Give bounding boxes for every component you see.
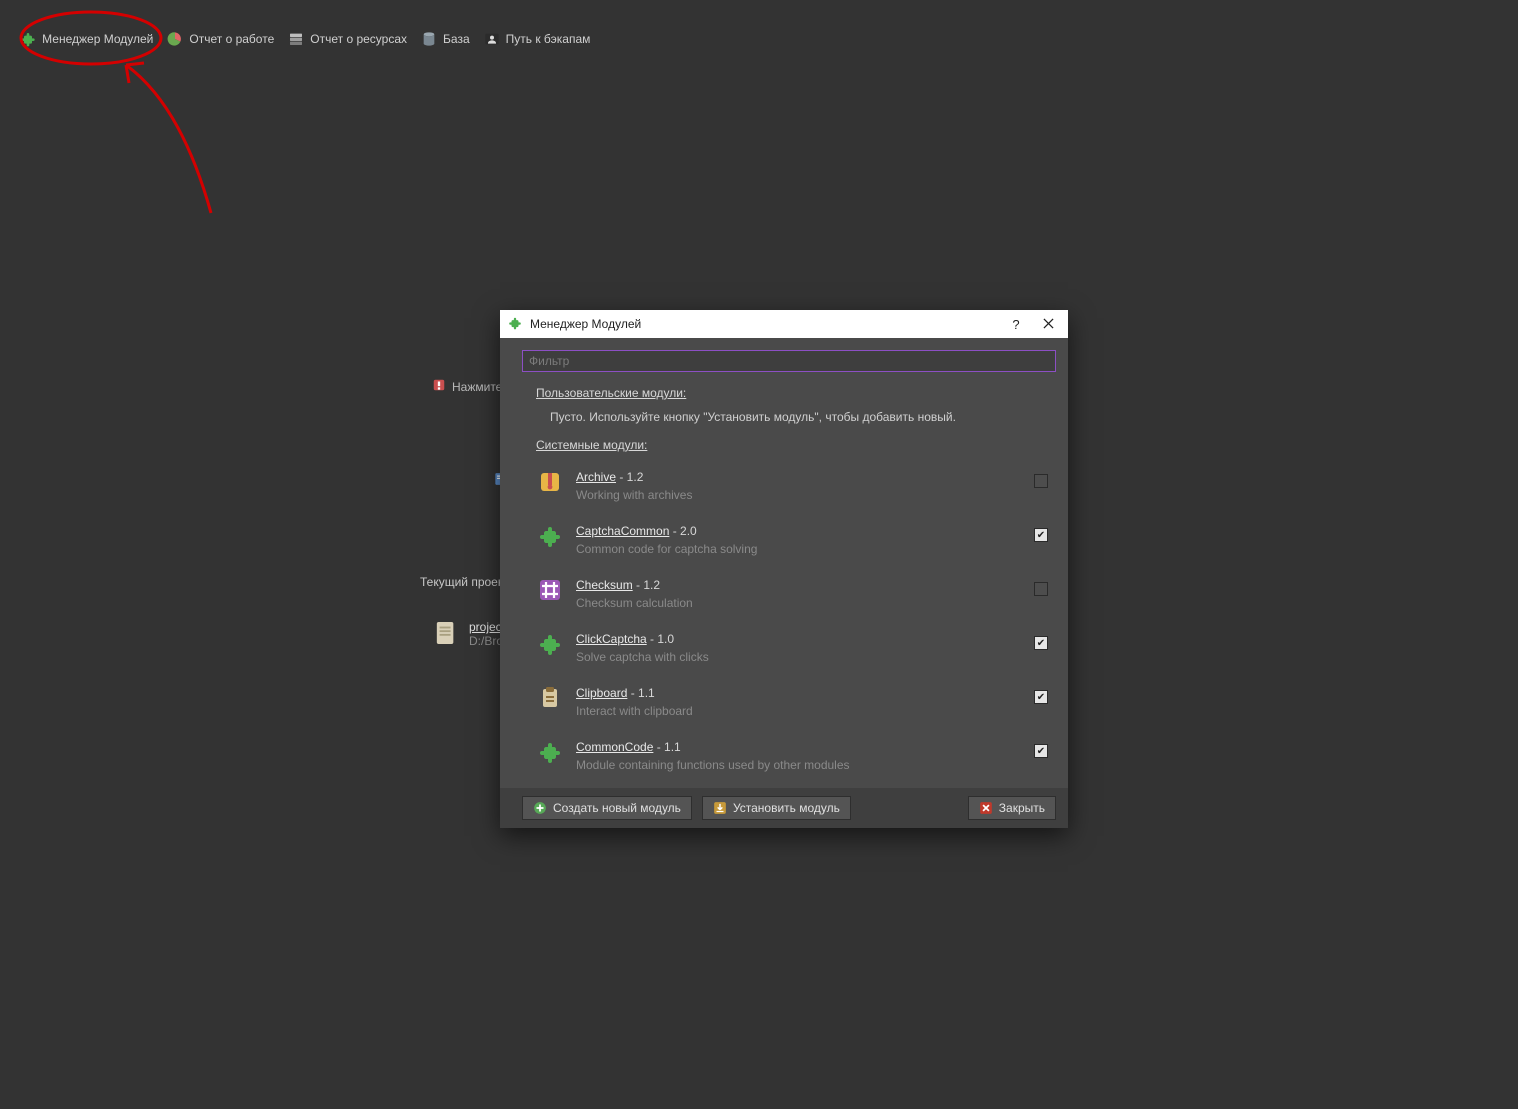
warning-icon	[432, 378, 446, 395]
user-modules-empty-msg: Пусто. Используйте кнопку "Установить мо…	[550, 410, 1056, 424]
module-version: - 2.0	[669, 524, 696, 538]
module-row[interactable]: Clipboard - 1.1 Interact with clipboard	[522, 678, 1056, 732]
dialog-close-button[interactable]	[1036, 317, 1060, 332]
module-description: Module containing functions used by othe…	[576, 758, 1020, 772]
document-icon	[435, 620, 457, 651]
module-description: Checksum calculation	[576, 596, 1020, 610]
dialog-title: Менеджер Модулей	[530, 317, 996, 331]
system-modules-header: Системные модули:	[536, 438, 1056, 452]
toolbar-item-label: Отчет о ресурсах	[310, 32, 407, 46]
module-description: Working with archives	[576, 488, 1020, 502]
puzzle-icon	[508, 316, 522, 333]
module-name: Archive	[576, 470, 616, 484]
module-row[interactable]: Archive - 1.2 Working with archives	[522, 462, 1056, 516]
toolbar-item-label: Отчет о работе	[189, 32, 274, 46]
module-enable-checkbox[interactable]	[1034, 690, 1048, 704]
plus-circle-icon	[533, 801, 547, 815]
module-row[interactable]: CaptchaCommon - 2.0 Common code for captc…	[522, 516, 1056, 570]
module-enable-checkbox[interactable]	[1034, 744, 1048, 758]
archive-icon	[538, 470, 562, 494]
module-version: - 1.1	[653, 740, 680, 754]
clipboard-icon	[538, 686, 562, 710]
module-row[interactable]: ClickCaptcha - 1.0 Solve captcha with cli…	[522, 624, 1056, 678]
toolbar-module-manager[interactable]: Менеджер Модулей	[20, 31, 153, 47]
module-name: Clipboard	[576, 686, 627, 700]
toolbar-backup-path[interactable]: Путь к бэкапам	[484, 31, 591, 47]
module-name: Checksum	[576, 578, 633, 592]
dialog-titlebar: Менеджер Модулей ?	[500, 310, 1068, 338]
module-manager-dialog: Менеджер Модулей ? Пользовательские моду…	[500, 310, 1068, 828]
dialog-footer: Создать новый модуль Установить модуль З…	[500, 788, 1068, 828]
create-module-button[interactable]: Создать новый модуль	[522, 796, 692, 820]
toolbar-database[interactable]: База	[421, 31, 470, 47]
puzzle-icon	[538, 524, 562, 548]
puzzle-icon	[20, 31, 36, 47]
close-dialog-button[interactable]: Закрыть	[968, 796, 1056, 820]
module-enable-checkbox[interactable]	[1034, 582, 1048, 596]
module-enable-checkbox[interactable]	[1034, 474, 1048, 488]
piechart-icon	[167, 31, 183, 47]
module-version: - 1.0	[647, 632, 674, 646]
module-list-scroll[interactable]: Пользовательские модули: Пусто. Использу…	[522, 380, 1062, 772]
install-module-button[interactable]: Установить модуль	[702, 796, 851, 820]
module-name: CommonCode	[576, 740, 653, 754]
module-name: ClickCaptcha	[576, 632, 647, 646]
bg-project-entry[interactable]: project D:/Bro	[435, 620, 505, 651]
filter-row	[500, 338, 1068, 380]
module-description: Interact with clipboard	[576, 704, 1020, 718]
module-version: - 1.2	[616, 470, 643, 484]
toolbar-work-report[interactable]: Отчет о работе	[167, 31, 274, 47]
puzzle-icon	[538, 740, 562, 764]
module-row[interactable]: CommonCode - 1.1 Module containing functi…	[522, 732, 1056, 772]
puzzle-icon	[538, 632, 562, 656]
hash-icon	[538, 578, 562, 602]
filter-input[interactable]	[522, 350, 1056, 372]
folder-user-icon	[484, 31, 500, 47]
dialog-help-button[interactable]: ?	[1004, 317, 1028, 332]
stack-icon	[288, 31, 304, 47]
toolbar-item-label: База	[443, 32, 470, 46]
toolbar-resource-report[interactable]: Отчет о ресурсах	[288, 31, 407, 47]
toolbar-item-label: Менеджер Модулей	[42, 32, 153, 46]
database-icon	[421, 31, 437, 47]
module-enable-checkbox[interactable]	[1034, 636, 1048, 650]
module-version: - 1.1	[627, 686, 654, 700]
module-description: Common code for captcha solving	[576, 542, 1020, 556]
module-version: - 1.2	[633, 578, 660, 592]
module-row[interactable]: Checksum - 1.2 Checksum calculation	[522, 570, 1056, 624]
module-enable-checkbox[interactable]	[1034, 528, 1048, 542]
main-toolbar: ать Менеджер Модулей Отчет о работе Отче…	[0, 27, 590, 51]
module-description: Solve captcha with clicks	[576, 650, 1020, 664]
module-name: CaptchaCommon	[576, 524, 669, 538]
toolbar-item-label: Путь к бэкапам	[506, 32, 591, 46]
close-red-icon	[979, 801, 993, 815]
user-modules-header: Пользовательские модули:	[536, 386, 1056, 400]
download-icon	[713, 801, 727, 815]
bg-current-project-label: Текущий проект	[420, 575, 509, 589]
